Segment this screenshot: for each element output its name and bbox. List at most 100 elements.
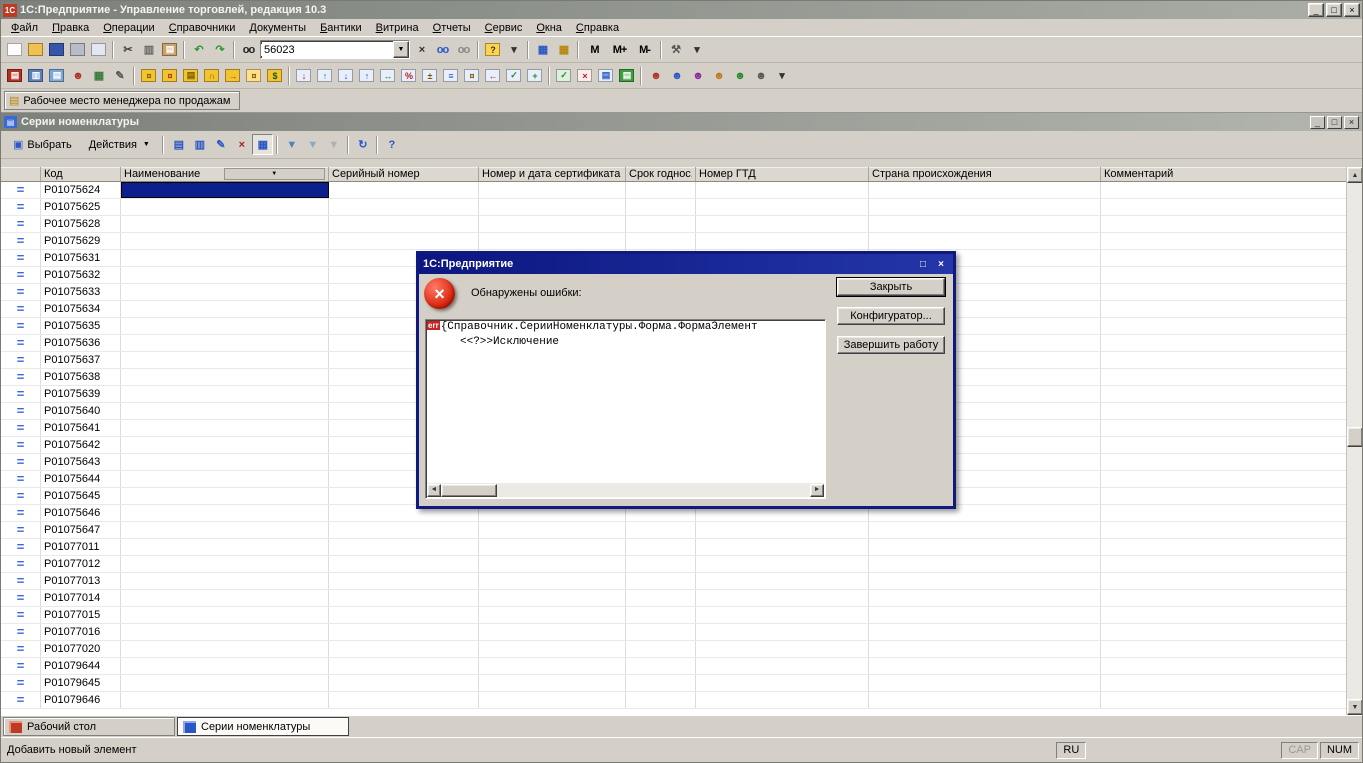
notebook-icon[interactable]: ▤ xyxy=(616,65,637,86)
table-vertical-scrollbar[interactable]: ▲ ▼ xyxy=(1346,167,1362,715)
money-transfer-icon[interactable]: → xyxy=(222,65,243,86)
data-cell[interactable] xyxy=(1101,573,1346,589)
data-cell[interactable] xyxy=(329,658,479,674)
data-cell[interactable] xyxy=(121,352,329,368)
data-cell[interactable] xyxy=(479,675,626,691)
column-header[interactable]: Код xyxy=(41,167,121,181)
data-cell[interactable] xyxy=(1101,437,1346,453)
calc-m-plus-button[interactable]: M+ xyxy=(607,39,632,60)
data-cell[interactable] xyxy=(626,641,696,657)
data-cell[interactable] xyxy=(121,403,329,419)
payment-lock-icon[interactable]: ∩ xyxy=(201,65,222,86)
data-cell[interactable] xyxy=(121,675,329,691)
table-row[interactable]: = P01079646 xyxy=(1,692,1346,709)
data-cell[interactable] xyxy=(329,675,479,691)
code-cell[interactable]: P01075631 xyxy=(41,250,121,266)
table-row[interactable]: = P01077015 xyxy=(1,607,1346,624)
table-row[interactable]: = P01075624 xyxy=(1,182,1346,199)
data-cell[interactable] xyxy=(1101,624,1346,640)
data-cell[interactable] xyxy=(121,335,329,351)
scroll-left-icon[interactable]: ◄ xyxy=(427,483,441,497)
data-cell[interactable] xyxy=(121,182,329,198)
table-row[interactable]: = P01077020 xyxy=(1,641,1346,658)
window-tab-1[interactable]: Рабочий стол xyxy=(3,717,175,736)
data-cell[interactable] xyxy=(479,607,626,623)
sort-indicator-icon[interactable]: ▼ xyxy=(223,168,325,180)
data-cell[interactable] xyxy=(1101,233,1346,249)
data-cell[interactable] xyxy=(479,233,626,249)
undo-icon[interactable]: ↶ xyxy=(188,39,209,60)
toolbar-more-icon[interactable]: ▾ xyxy=(686,39,707,60)
actions-button[interactable]: Действия ▼ xyxy=(81,134,158,155)
data-cell[interactable] xyxy=(1101,352,1346,368)
configurator-button[interactable]: Конфигуратор... xyxy=(837,307,945,325)
currency-rates-icon[interactable]: $ xyxy=(264,65,285,86)
window-tab-2[interactable]: Серии номенклатуры xyxy=(177,717,349,736)
price-setting-icon[interactable]: ¤ xyxy=(461,65,482,86)
data-cell[interactable] xyxy=(869,199,1101,215)
data-cell[interactable] xyxy=(121,437,329,453)
cash-receipt-icon[interactable]: ¤ xyxy=(138,65,159,86)
calc-m-button[interactable]: M xyxy=(582,39,607,60)
data-cell[interactable] xyxy=(121,420,329,436)
data-cell[interactable] xyxy=(626,675,696,691)
data-cell[interactable] xyxy=(121,573,329,589)
data-cell[interactable] xyxy=(479,658,626,674)
table-view-icon[interactable]: ▦ xyxy=(532,39,553,60)
data-cell[interactable] xyxy=(626,539,696,555)
table-row[interactable]: = P01075629 xyxy=(1,233,1346,250)
data-cell[interactable] xyxy=(696,216,869,232)
data-cell[interactable] xyxy=(696,556,869,572)
menu-item[interactable]: Отчеты xyxy=(426,21,478,35)
data-cell[interactable] xyxy=(329,522,479,538)
contact-events-icon[interactable]: ☻ xyxy=(708,65,729,86)
data-cell[interactable] xyxy=(479,590,626,606)
post-document-icon[interactable]: ✓ xyxy=(553,65,574,86)
code-cell[interactable]: P01075629 xyxy=(41,233,121,249)
data-cell[interactable] xyxy=(121,556,329,572)
redo-icon[interactable]: ↷ xyxy=(209,39,230,60)
dialog-close-icon[interactable]: × xyxy=(933,257,949,271)
data-cell[interactable] xyxy=(121,250,329,266)
data-cell[interactable] xyxy=(121,318,329,334)
minimize-icon[interactable]: _ xyxy=(1308,3,1324,17)
data-cell[interactable] xyxy=(626,216,696,232)
menu-item[interactable]: Окна xyxy=(529,21,569,35)
cash-book-icon[interactable]: ▤ xyxy=(180,65,201,86)
data-cell[interactable] xyxy=(696,590,869,606)
sales-doc-icon[interactable]: ↑ xyxy=(314,65,335,86)
data-cell[interactable] xyxy=(1101,641,1346,657)
data-cell[interactable] xyxy=(626,573,696,589)
code-cell[interactable]: P01077014 xyxy=(41,590,121,606)
code-cell[interactable]: P01077020 xyxy=(41,641,121,657)
clear-find-icon[interactable]: × xyxy=(411,39,432,60)
dialog-maximize-icon[interactable]: □ xyxy=(915,257,931,271)
data-cell[interactable] xyxy=(479,199,626,215)
save-document-icon[interactable] xyxy=(46,39,67,60)
inventory-icon[interactable]: ≡ xyxy=(440,65,461,86)
code-cell[interactable]: P01075624 xyxy=(41,182,121,198)
print-form-icon[interactable]: ▥ xyxy=(25,65,46,86)
data-cell[interactable] xyxy=(696,624,869,640)
data-cell[interactable] xyxy=(121,301,329,317)
paste-icon[interactable]: ▤ xyxy=(159,39,180,60)
data-cell[interactable] xyxy=(121,267,329,283)
data-cell[interactable] xyxy=(329,624,479,640)
column-header[interactable]: Наименование ▼ xyxy=(121,167,329,181)
code-cell[interactable]: P01075643 xyxy=(41,454,121,470)
code-cell[interactable]: P01077016 xyxy=(41,624,121,640)
column-header[interactable]: Номер и дата сертификата xyxy=(479,167,626,181)
edit-pencil-icon[interactable]: ✎ xyxy=(109,65,130,86)
filter-sort-icon[interactable]: ▼ xyxy=(281,134,302,155)
table-row[interactable]: = P01079645 xyxy=(1,675,1346,692)
data-cell[interactable] xyxy=(869,556,1101,572)
data-cell[interactable] xyxy=(1101,403,1346,419)
saved-reports-icon[interactable]: ▤ xyxy=(46,65,67,86)
data-cell[interactable] xyxy=(696,607,869,623)
data-cell[interactable] xyxy=(869,590,1101,606)
data-cell[interactable] xyxy=(869,539,1101,555)
data-cell[interactable] xyxy=(121,607,329,623)
close-icon[interactable]: × xyxy=(1344,3,1360,17)
add-item-icon[interactable]: ▤ xyxy=(168,134,189,155)
combo-dropdown-icon[interactable]: ▼ xyxy=(393,41,409,58)
